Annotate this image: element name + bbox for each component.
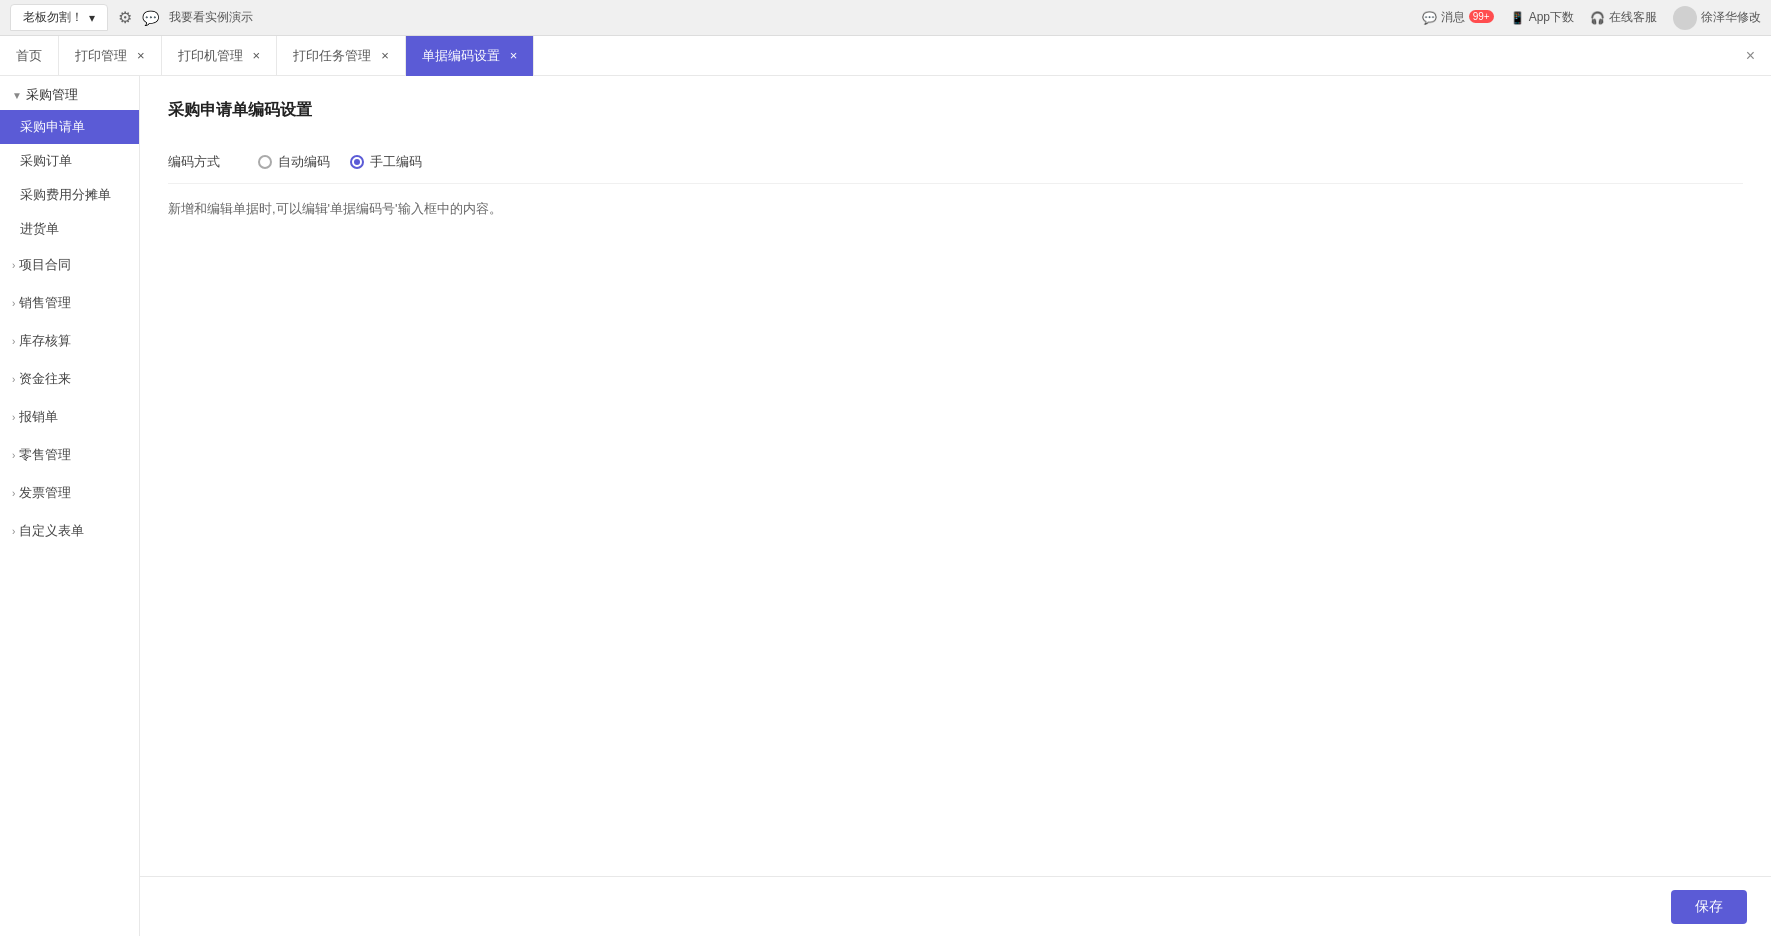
retail-mgmt-label: 零售管理 <box>19 446 71 464</box>
close-tab-printer-mgmt[interactable]: × <box>253 48 261 63</box>
sales-mgmt-arrow: › <box>12 298 15 309</box>
custom-form-arrow: › <box>12 526 15 537</box>
purchase-order-label: 采购订单 <box>20 153 72 168</box>
app-tabbar: 首页 打印管理 × 打印机管理 × 打印任务管理 × 单据编码设置 × × <box>0 36 1771 76</box>
sidebar-item-purchase-expense[interactable]: 采购费用分摊单 <box>0 178 139 212</box>
demo-link-icon: 💬 <box>142 10 159 26</box>
tab-home[interactable]: 首页 <box>0 36 59 76</box>
radio-manual-coding-circle <box>350 155 364 169</box>
radio-auto-coding-circle <box>258 155 272 169</box>
app-download-label: App下数 <box>1529 9 1574 26</box>
capital-flow-arrow: › <box>12 374 15 385</box>
sidebar-item-stock-in[interactable]: 进货单 <box>0 212 139 246</box>
returns-arrow: › <box>12 412 15 423</box>
retail-mgmt-arrow: › <box>12 450 15 461</box>
tab-print-task-mgmt-label: 打印任务管理 <box>293 47 371 65</box>
tab-barcode-setting[interactable]: 单据编码设置 × <box>406 36 535 76</box>
tab-home-label: 首页 <box>16 47 42 65</box>
sidebar-group-capital-flow[interactable]: › 资金往来 <box>0 360 139 398</box>
project-contract-arrow: › <box>12 260 15 271</box>
browser-bar-right: 💬 消息 99+ 📱 App下数 🎧 在线客服 徐泽华修改 <box>1422 6 1761 30</box>
user-name: 徐泽华修改 <box>1701 9 1761 26</box>
sidebar-group-sales-mgmt[interactable]: › 销售管理 <box>0 284 139 322</box>
browser-tab-label: 老板勿割！ <box>23 9 83 26</box>
close-tab-print-mgmt[interactable]: × <box>137 48 145 63</box>
tab-print-mgmt-label: 打印管理 <box>75 47 127 65</box>
coding-method-row: 编码方式 自动编码 手工编码 <box>168 141 1743 184</box>
close-tab-print-task-mgmt[interactable]: × <box>381 48 389 63</box>
coding-row-label: 编码方式 <box>168 153 238 171</box>
tab-print-mgmt[interactable]: 打印管理 × <box>59 36 162 76</box>
sidebar: ▼ 采购管理 采购申请单 采购订单 采购费用分摊单 进货单 › 项目合同 › 销… <box>0 76 140 936</box>
sidebar-group-custom-form[interactable]: › 自定义表单 <box>0 512 139 550</box>
inventory-arrow: › <box>12 336 15 347</box>
message-icon: 💬 <box>1422 11 1437 25</box>
stock-in-label: 进货单 <box>20 221 59 236</box>
tab-print-task-mgmt[interactable]: 打印任务管理 × <box>277 36 406 76</box>
main-layout: ▼ 采购管理 采购申请单 采购订单 采购费用分摊单 进货单 › 项目合同 › 销… <box>0 76 1771 936</box>
message-label: 消息 <box>1441 9 1465 26</box>
purchase-mgmt-label: 采购管理 <box>26 86 78 104</box>
browser-tab[interactable]: 老板勿割！ ▾ <box>10 4 108 31</box>
user-menu[interactable]: 徐泽华修改 <box>1673 6 1761 30</box>
invoice-mgmt-label: 发票管理 <box>19 484 71 502</box>
sidebar-group-purchase-mgmt[interactable]: ▼ 采购管理 <box>0 76 139 110</box>
sidebar-item-purchase-order[interactable]: 采购订单 <box>0 144 139 178</box>
sales-mgmt-label: 销售管理 <box>19 294 71 312</box>
sidebar-group-project-contract[interactable]: › 项目合同 <box>0 246 139 284</box>
headset-icon: 🎧 <box>1590 11 1605 25</box>
settings-icon[interactable]: ⚙ <box>118 8 132 27</box>
online-service-label: 在线客服 <box>1609 9 1657 26</box>
returns-label: 报销单 <box>19 408 58 426</box>
invoice-mgmt-arrow: › <box>12 488 15 499</box>
project-contract-label: 项目合同 <box>19 256 71 274</box>
notification-badge: 99+ <box>1469 10 1494 23</box>
app-download-button[interactable]: 📱 App下数 <box>1510 9 1574 26</box>
content-area: 采购申请单编码设置 编码方式 自动编码 手工编码 新增和编辑单据时,可以编辑'单… <box>140 76 1771 936</box>
page-title: 采购申请单编码设置 <box>168 100 1743 121</box>
user-avatar <box>1673 6 1697 30</box>
radio-auto-coding[interactable]: 自动编码 <box>258 153 330 171</box>
info-text: 新增和编辑单据时,可以编辑'单据编码号'输入框中的内容。 <box>168 200 1743 218</box>
capital-flow-label: 资金往来 <box>19 370 71 388</box>
browser-bar: 老板勿割！ ▾ ⚙ 💬 我要看实例演示 💬 消息 99+ 📱 App下数 🎧 在… <box>0 0 1771 36</box>
app-download-icon: 📱 <box>1510 11 1525 25</box>
purchase-mgmt-arrow: ▼ <box>12 90 22 101</box>
app-close-button[interactable]: × <box>1730 47 1771 65</box>
sidebar-group-retail-mgmt[interactable]: › 零售管理 <box>0 436 139 474</box>
radio-auto-coding-label: 自动编码 <box>278 153 330 171</box>
sidebar-group-inventory[interactable]: › 库存核算 <box>0 322 139 360</box>
sidebar-item-purchase-request[interactable]: 采购申请单 <box>0 110 139 144</box>
purchase-mgmt-items: 采购申请单 采购订单 采购费用分摊单 进货单 <box>0 110 139 246</box>
inventory-label: 库存核算 <box>19 332 71 350</box>
radio-manual-coding-label: 手工编码 <box>370 153 422 171</box>
content-inner: 采购申请单编码设置 编码方式 自动编码 手工编码 新增和编辑单据时,可以编辑'单… <box>140 76 1771 876</box>
tab-printer-mgmt[interactable]: 打印机管理 × <box>162 36 278 76</box>
purchase-request-label: 采购申请单 <box>20 119 85 134</box>
tab-printer-mgmt-label: 打印机管理 <box>178 47 243 65</box>
browser-tab-dropdown[interactable]: ▾ <box>89 11 95 25</box>
sidebar-group-invoice-mgmt[interactable]: › 发票管理 <box>0 474 139 512</box>
online-service-button[interactable]: 🎧 在线客服 <box>1590 9 1657 26</box>
custom-form-label: 自定义表单 <box>19 522 84 540</box>
content-footer: 保存 <box>140 876 1771 936</box>
radio-manual-coding[interactable]: 手工编码 <box>350 153 422 171</box>
tab-barcode-setting-label: 单据编码设置 <box>422 47 500 65</box>
sidebar-group-returns[interactable]: › 报销单 <box>0 398 139 436</box>
demo-link[interactable]: 我要看实例演示 <box>169 9 253 26</box>
close-tab-barcode-setting[interactable]: × <box>510 48 518 63</box>
save-button[interactable]: 保存 <box>1671 890 1747 924</box>
message-button[interactable]: 💬 消息 99+ <box>1422 9 1494 26</box>
purchase-expense-label: 采购费用分摊单 <box>20 187 111 202</box>
